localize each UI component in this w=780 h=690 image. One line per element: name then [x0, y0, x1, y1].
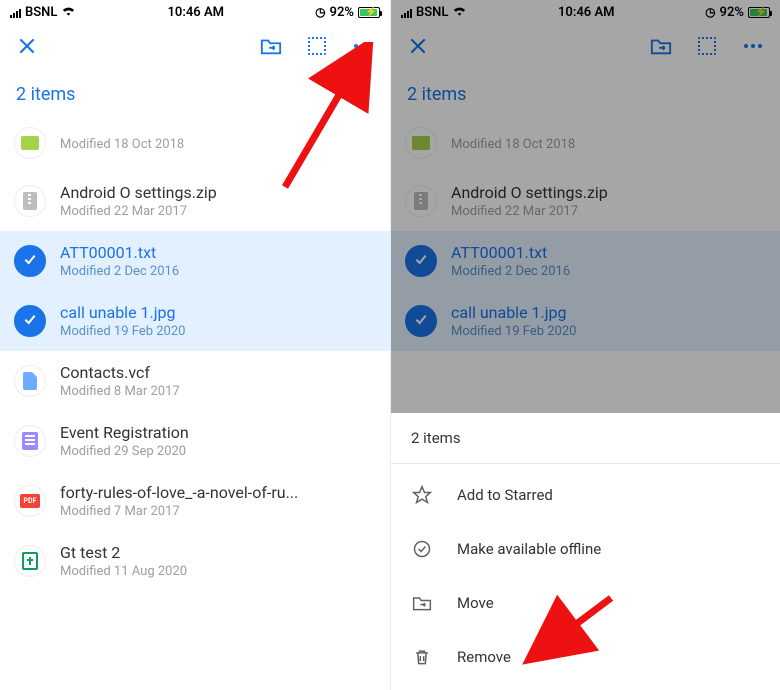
close-button[interactable] — [405, 33, 431, 59]
file-name: ATT00001.txt — [451, 243, 766, 262]
status-bar: BSNL 10:46 AM ◷ 92% ⚡ — [0, 0, 390, 24]
file-modified: Modified 22 Mar 2017 — [60, 204, 376, 219]
file-icon — [14, 545, 46, 577]
file-icon: PDF — [14, 485, 46, 517]
carrier-name: BSNL — [416, 5, 448, 20]
carrier-name: BSNL — [25, 5, 57, 20]
offline-icon — [411, 538, 433, 560]
signal-icon — [401, 7, 412, 18]
file-modified: Modified 18 Oct 2018 — [60, 137, 376, 152]
file-modified: Modified 19 Feb 2020 — [60, 324, 376, 339]
menu-label: Make available offline — [457, 540, 601, 558]
file-row[interactable]: Gt test 2 Modified 11 Aug 2020 — [0, 531, 390, 591]
battery-icon: ⚡ — [358, 7, 380, 18]
clock: 10:46 AM — [467, 5, 705, 20]
more-options-button[interactable] — [740, 33, 766, 59]
selection-count: 2 items — [0, 68, 390, 115]
file-row[interactable]: call unable 1.jpg Modified 19 Feb 2020 — [391, 291, 780, 351]
clock: 10:46 AM — [76, 5, 315, 20]
file-modified: Modified 22 Mar 2017 — [451, 204, 766, 219]
folder-move-icon — [411, 592, 433, 614]
file-name: Gt test 2 — [60, 543, 376, 562]
alarm-icon: ◷ — [705, 5, 715, 19]
menu-label: Move — [457, 594, 494, 612]
file-name: Android O settings.zip — [60, 183, 376, 202]
file-name: Contacts.vcf — [60, 363, 376, 382]
file-icon — [405, 185, 437, 217]
file-modified: Modified 19 Feb 2020 — [451, 324, 766, 339]
file-modified: Modified 8 Mar 2017 — [60, 384, 376, 399]
selection-toolbar — [391, 24, 780, 68]
file-icon — [405, 245, 437, 277]
menu-item-offline[interactable]: Make available offline — [391, 522, 780, 576]
file-row[interactable]: ATT00001.txt Modified 2 Dec 2016 — [391, 231, 780, 291]
file-row[interactable]: Event Registration Modified 29 Sep 2020 — [0, 411, 390, 471]
file-row[interactable]: Modified 18 Oct 2018 — [391, 115, 780, 171]
battery-icon: ⚡ — [748, 7, 770, 18]
file-icon — [14, 127, 46, 159]
star-icon — [411, 484, 433, 506]
file-row[interactable]: ATT00001.txt Modified 2 Dec 2016 — [0, 231, 390, 291]
more-options-button[interactable] — [350, 33, 376, 59]
file-modified: Modified 18 Oct 2018 — [451, 137, 766, 152]
file-icon — [14, 185, 46, 217]
file-name: forty-rules-of-love_-a-novel-of-ru... — [60, 483, 376, 502]
select-all-button[interactable] — [304, 33, 330, 59]
file-modified: Modified 2 Dec 2016 — [60, 264, 376, 279]
battery-percent: 92% — [720, 5, 744, 20]
file-modified: Modified 29 Sep 2020 — [60, 444, 376, 459]
file-name: ATT00001.txt — [60, 243, 376, 262]
file-name: Event Registration — [60, 423, 376, 442]
file-list: Modified 18 Oct 2018 Android O settings.z… — [391, 115, 780, 351]
file-icon — [14, 425, 46, 457]
selection-toolbar — [0, 24, 390, 68]
file-row[interactable]: Android O settings.zip Modified 22 Mar 20… — [391, 171, 780, 231]
file-row[interactable]: Contacts.vcf Modified 8 Mar 2017 — [0, 351, 390, 411]
file-icon — [14, 305, 46, 337]
file-modified: Modified 2 Dec 2016 — [451, 264, 766, 279]
file-icon — [14, 245, 46, 277]
signal-icon — [10, 7, 21, 18]
wifi-icon — [452, 4, 467, 20]
menu-item-add-starred[interactable]: Add to Starred — [391, 468, 780, 522]
move-to-folder-button[interactable] — [258, 33, 284, 59]
file-list[interactable]: Modified 18 Oct 2018 Android O settings.z… — [0, 115, 390, 591]
file-row[interactable]: Modified 18 Oct 2018 — [0, 115, 390, 171]
file-icon — [14, 365, 46, 397]
file-name: Android O settings.zip — [451, 183, 766, 202]
file-modified: Modified 7 Mar 2017 — [60, 504, 376, 519]
close-button[interactable] — [14, 33, 40, 59]
file-list-screen: BSNL 10:46 AM ◷ 92% ⚡ 2 items Modified 1… — [0, 0, 390, 690]
battery-percent: 92% — [330, 5, 354, 20]
file-modified: Modified 11 Aug 2020 — [60, 564, 376, 579]
file-icon — [405, 127, 437, 159]
file-row[interactable]: Android O settings.zip Modified 22 Mar 20… — [0, 171, 390, 231]
more-icon — [354, 44, 372, 48]
alarm-icon: ◷ — [315, 5, 325, 19]
context-menu-screen: BSNL 10:46 AM ◷ 92% ⚡ 2 items Modified 1… — [390, 0, 780, 690]
menu-item-move[interactable]: Move — [391, 576, 780, 630]
trash-icon — [411, 646, 433, 668]
context-menu-sheet: 2 items Add to Starred Make available of… — [391, 413, 780, 690]
sheet-header: 2 items — [391, 413, 780, 463]
file-name: call unable 1.jpg — [60, 303, 376, 322]
menu-label: Remove — [457, 648, 511, 666]
file-row[interactable]: PDF forty-rules-of-love_-a-novel-of-ru...… — [0, 471, 390, 531]
divider — [391, 463, 780, 464]
menu-label: Add to Starred — [457, 486, 553, 504]
file-name: call unable 1.jpg — [451, 303, 766, 322]
selection-count: 2 items — [391, 68, 780, 115]
status-bar: BSNL 10:46 AM ◷ 92% ⚡ — [391, 0, 780, 24]
more-icon — [744, 44, 762, 48]
wifi-icon — [61, 4, 76, 20]
file-row[interactable]: call unable 1.jpg Modified 19 Feb 2020 — [0, 291, 390, 351]
select-all-button[interactable] — [694, 33, 720, 59]
file-icon — [405, 305, 437, 337]
move-to-folder-button[interactable] — [648, 33, 674, 59]
menu-item-remove[interactable]: Remove — [391, 630, 780, 684]
